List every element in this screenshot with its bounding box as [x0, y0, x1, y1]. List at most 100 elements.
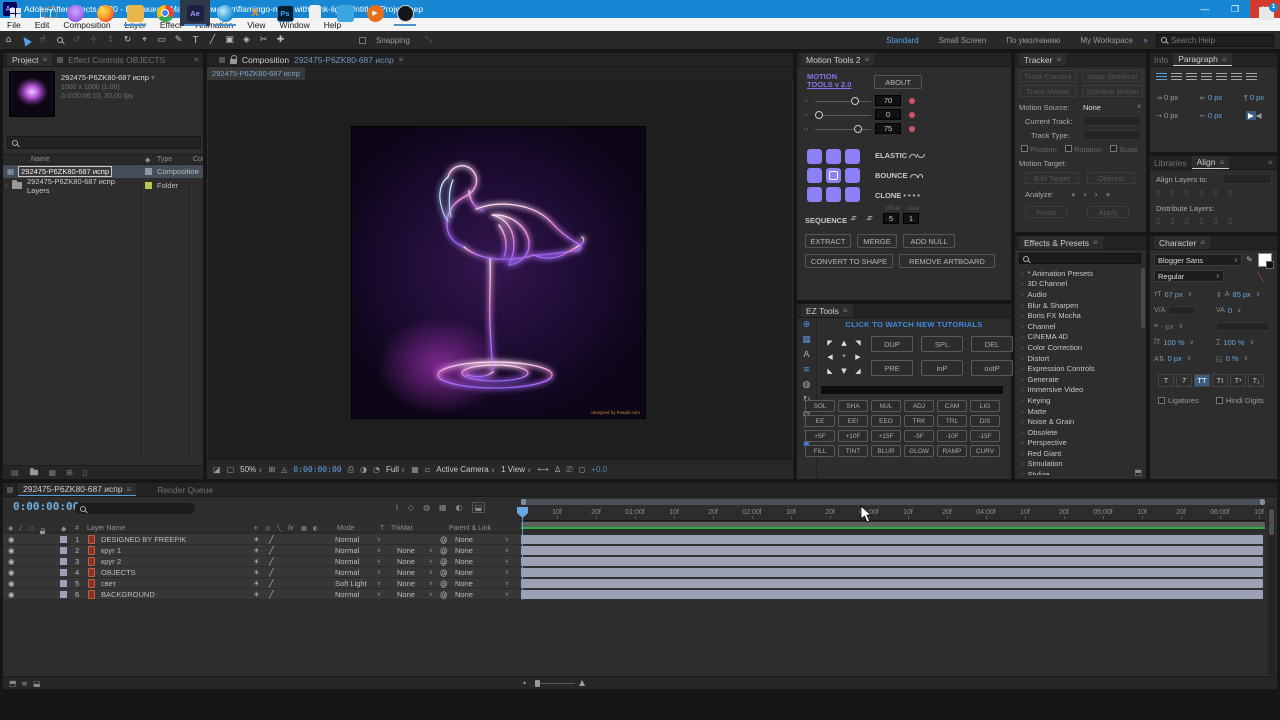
effects-category[interactable]: › Stylize [1015, 469, 1141, 475]
effects-category[interactable]: › Distort [1015, 353, 1141, 364]
rotobrush-tool-icon[interactable]: ✂ [255, 33, 272, 48]
taskbar-app-firefox[interactable] [90, 0, 120, 26]
snapshot-icon[interactable]: ⎙ [348, 465, 354, 475]
pen-tool-icon[interactable]: ✎ [170, 33, 187, 48]
effects-search-input[interactable] [1019, 253, 1141, 264]
edit-target-button[interactable]: Edit Target [1025, 172, 1079, 184]
new-composition-icon[interactable]: ▦ [49, 468, 57, 477]
sequence-down-icon[interactable]: ≡ [865, 213, 875, 223]
track-motion-button[interactable]: Track Motion [1019, 85, 1077, 97]
search-help-box[interactable]: Search Help [1156, 33, 1274, 47]
workspace-standard[interactable]: Standard [886, 36, 918, 45]
layer-name[interactable]: BACKGROUND [101, 589, 155, 600]
ez-tool-button[interactable]: BLUR [871, 445, 901, 457]
fast-previews-icon[interactable]: ∆ [555, 465, 560, 474]
expand-chevron-icon[interactable]: › [5, 181, 8, 190]
analyze-step-buttons[interactable]: «‹›» [1071, 190, 1118, 199]
ez-tool-button[interactable]: DUP [871, 336, 913, 352]
apply-dot-button[interactable] [909, 112, 915, 118]
timeline-zoom-knob[interactable] [535, 680, 540, 687]
mode-column[interactable]: Mode [337, 525, 355, 532]
project-col-type[interactable]: Type [157, 156, 172, 163]
effects-category[interactable]: › Expression Controls [1015, 363, 1141, 374]
layer-duration-bar[interactable] [521, 535, 1263, 544]
ez-tool-button[interactable]: GLOW [904, 445, 934, 457]
layer-name[interactable]: круг 1 [101, 545, 121, 556]
hide-shy-icon[interactable]: ◍ [423, 503, 430, 512]
apply-dot-button[interactable] [909, 126, 915, 132]
dolly-camera-tool-icon[interactable]: ↕ [102, 33, 119, 48]
layer-mode-select[interactable]: Normal ∨ [333, 589, 383, 600]
effects-category[interactable]: › Perspective [1015, 438, 1141, 449]
layer-color-label[interactable] [60, 578, 67, 589]
selection-tool-icon[interactable] [17, 33, 34, 48]
sequence-button[interactable]: SEQUENCE [805, 216, 847, 225]
layer-rasterize-icon[interactable]: ╱ [269, 556, 274, 567]
frame-blending-icon[interactable]: ▦ [439, 503, 447, 512]
region-of-interest-icon[interactable]: ▦ [411, 465, 419, 474]
elastic-button[interactable]: ELASTIC [875, 151, 926, 160]
layer-duration-bar[interactable] [521, 557, 1263, 566]
camera-select[interactable]: Active Camera ∨ [436, 465, 495, 474]
ez-tool-button[interactable]: EEO [871, 415, 901, 427]
layer-name-column[interactable]: Layer Name [87, 525, 125, 532]
notification-center-button[interactable]: 1 [1259, 2, 1278, 20]
effects-category[interactable]: › Audio [1015, 289, 1141, 300]
brush-tool-icon[interactable]: ╱ [204, 33, 221, 48]
indent-right-field[interactable]: ⇤ 0 px [1200, 93, 1222, 102]
camera-tool-icon[interactable]: ⌖ [136, 33, 153, 48]
layer-parent-select[interactable]: None ∨ [453, 556, 511, 567]
apply-dot-button[interactable] [909, 98, 915, 104]
layer-mode-select[interactable]: Normal ∨ [333, 534, 383, 545]
timeline-layer-row[interactable]: ◉ 1 DESIGNED BY FREEPIK ☀ ╱ Normal∨ ∨ @ … [3, 534, 521, 545]
workspace-default[interactable]: По умолчанию [1006, 36, 1060, 45]
maximize-button[interactable]: ❐ [1220, 0, 1250, 18]
layer-quality-icon[interactable]: ☀ [253, 578, 260, 589]
tab-effect-controls[interactable]: Effect Controls OBJECTS [68, 55, 165, 65]
effects-category[interactable]: › Matte [1015, 406, 1141, 417]
anchor-point-grid[interactable] [807, 149, 860, 202]
effects-category[interactable]: › Blur & Sharpen [1015, 300, 1141, 311]
ez-tool-button[interactable]: LIG [970, 400, 1000, 412]
layer-visibility-eye-icon[interactable]: ◉ [8, 534, 15, 545]
timeline-search-input[interactable] [75, 503, 195, 514]
ez-tool-button[interactable]: -15F [970, 430, 1000, 442]
ez-tool-button[interactable]: ADJ [904, 400, 934, 412]
effects-category[interactable]: › Noise & Grain [1015, 416, 1141, 427]
eraser-tool-icon[interactable]: ◈ [238, 33, 255, 48]
ez-tool-button[interactable]: -10F [937, 430, 967, 442]
sequence-offset-input[interactable]: 5 [883, 213, 899, 224]
ez-tool-button[interactable]: +5F [805, 430, 835, 442]
layer-color-label[interactable] [60, 567, 67, 578]
ez-tool-button[interactable]: FILL [805, 445, 835, 457]
effects-category[interactable]: › Red Giant [1015, 448, 1141, 459]
about-button[interactable]: ABOUT [874, 75, 922, 89]
effects-category[interactable]: › * Animation Presets [1015, 268, 1141, 279]
stamp-tool-icon[interactable]: ▣ [221, 33, 238, 48]
expand-inout-icon[interactable]: ⬓ [33, 679, 41, 688]
stroke-width-field[interactable]: ≡ - px ∨ [1154, 322, 1183, 331]
always-preview-icon[interactable]: ◪ [213, 465, 221, 474]
navigator-start-handle[interactable] [521, 499, 526, 505]
faux-style-button[interactable]: T [1158, 374, 1174, 387]
zoom-select[interactable]: 50% ∨ [240, 465, 262, 474]
taskbar-app-aftereffects[interactable]: Ae [180, 0, 210, 26]
ez-tool-button[interactable]: TINT [838, 445, 868, 457]
layer-mode-select[interactable]: Normal ∨ [333, 556, 383, 567]
parent-link-column[interactable]: Parent & Link [449, 525, 491, 532]
faux-style-button[interactable]: T¹ [1230, 374, 1246, 387]
ez-tool-button[interactable]: DIS [970, 415, 1000, 427]
show-snapshot-icon[interactable]: ◑ [360, 465, 367, 474]
ez-tool-button[interactable]: -5F [904, 430, 934, 442]
taskbar-app-chrome[interactable] [150, 0, 180, 26]
layer-quality-icon[interactable]: ☀ [253, 556, 260, 567]
precomp-icon[interactable]: ◍ [797, 378, 816, 393]
expand-layer-switches-icon[interactable]: ⬒ [9, 679, 17, 688]
layer-name[interactable]: DESIGNED BY FREEPIK [101, 534, 186, 545]
effects-category[interactable]: › Boris FX Mocha [1015, 310, 1141, 321]
puppet-tool-icon[interactable]: ✚ [272, 33, 289, 48]
timeline-zoom-slider[interactable] [535, 683, 575, 684]
channels-icon[interactable]: ◔ [373, 465, 380, 474]
horizontal-scale-field[interactable]: T̲ 100 % ∨ [1216, 338, 1254, 347]
layer-visibility-eye-icon[interactable]: ◉ [8, 589, 15, 600]
